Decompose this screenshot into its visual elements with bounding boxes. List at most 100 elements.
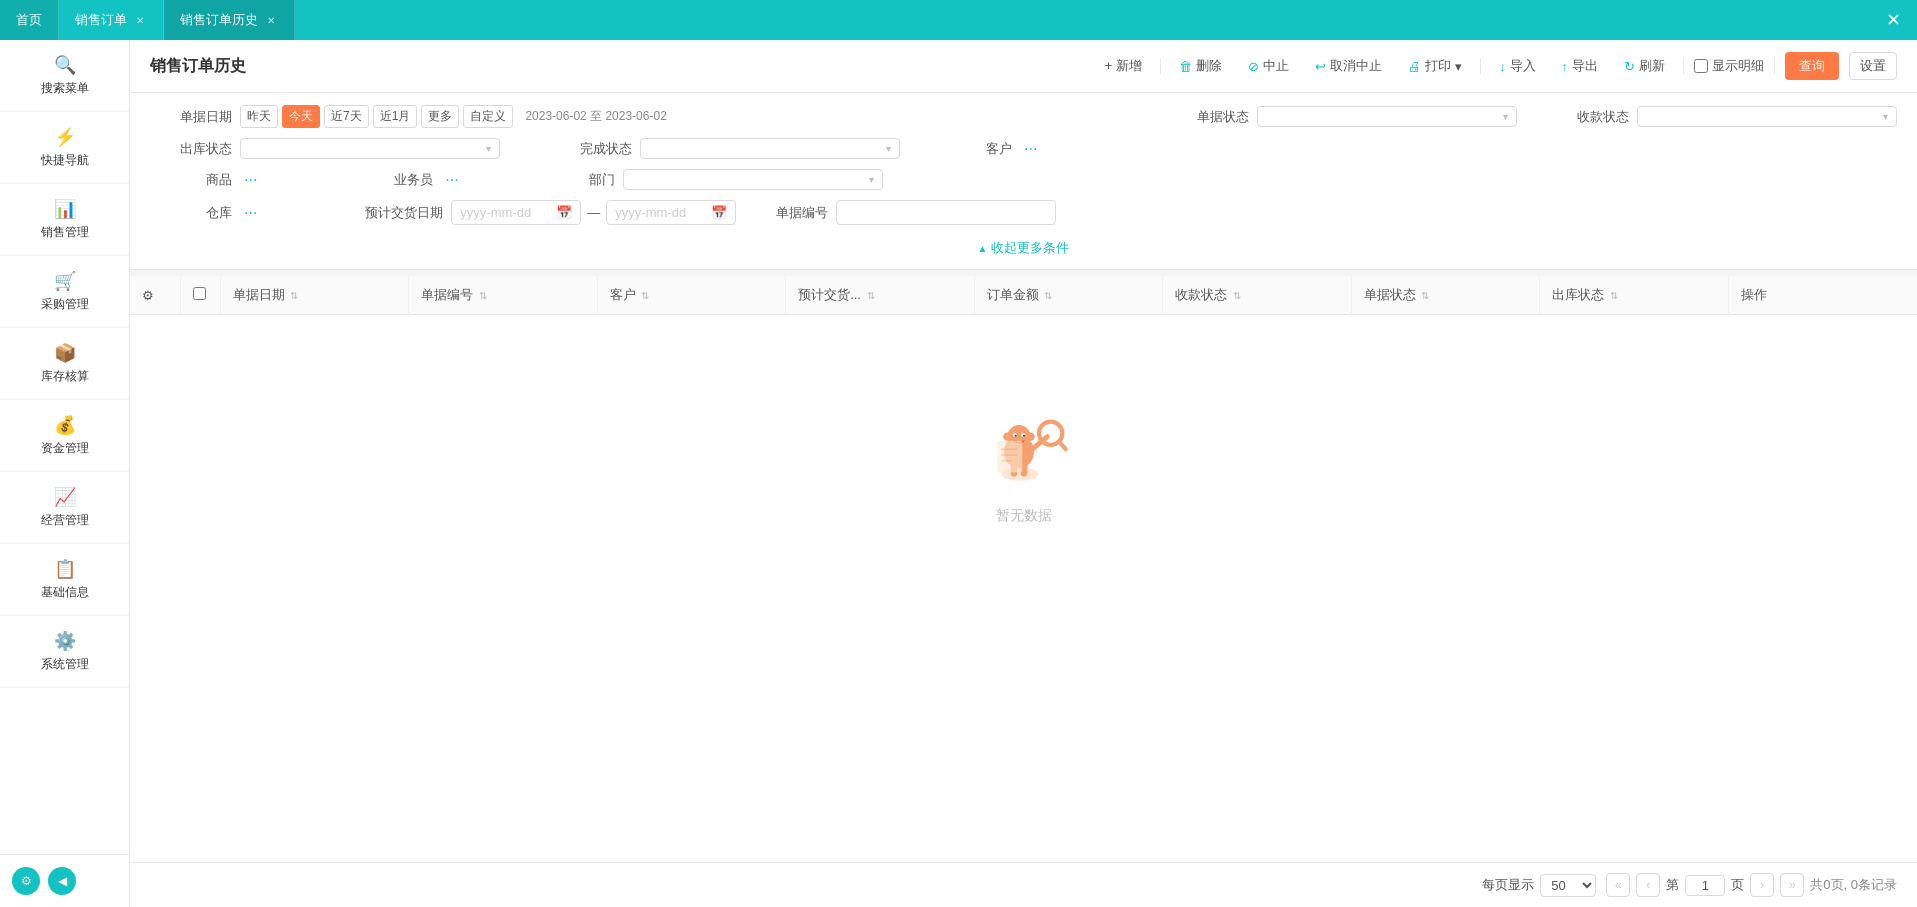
display-detail-toggle[interactable]: 显示明细 bbox=[1694, 57, 1764, 75]
th-no[interactable]: 单据编号 ⇅ bbox=[409, 276, 598, 315]
query-button-label: 查询 bbox=[1799, 58, 1825, 73]
sidebar-item-search-menu-label: 搜索菜单 bbox=[41, 80, 89, 97]
tab-sales-order-close[interactable]: ✕ bbox=[133, 13, 147, 27]
th-warehouse-status[interactable]: 出库状态 ⇅ bbox=[1540, 276, 1729, 315]
order-status-select[interactable]: ▾ bbox=[1257, 106, 1517, 127]
top-bar: 首页 销售订单 ✕ 销售订单历史 ✕ ✕ bbox=[0, 0, 1917, 40]
warehouse-status-arrow: ▾ bbox=[486, 143, 491, 154]
expected-date-end-input[interactable]: yyyy-mm-dd 📅 bbox=[606, 200, 736, 225]
th-expected-date[interactable]: 预计交货... ⇅ bbox=[786, 276, 975, 315]
collapse-up-icon: ▲ bbox=[978, 243, 988, 254]
cancel-stop-button[interactable]: ↩ 取消中止 bbox=[1307, 53, 1390, 79]
import-button[interactable]: ↓ 导入 bbox=[1491, 53, 1544, 79]
sidebar-item-quick-nav[interactable]: ⚡ 快捷导航 bbox=[0, 112, 129, 184]
th-order-status[interactable]: 单据状态 ⇅ bbox=[1351, 276, 1540, 315]
filter-row-1: 单据日期 昨天 今天 近7天 近1月 更多 自定义 2023-06-02 至 2… bbox=[150, 105, 1897, 128]
prev-page-button[interactable]: ‹ bbox=[1636, 873, 1660, 897]
stop-button[interactable]: ⊘ 中止 bbox=[1240, 53, 1297, 79]
sidebar-item-base-info[interactable]: 📋 基础信息 bbox=[0, 544, 129, 616]
sidebar-item-sales-mgmt[interactable]: 📊 销售管理 bbox=[0, 184, 129, 256]
department-select[interactable]: ▾ bbox=[623, 169, 883, 190]
sidebar-item-capital-mgmt[interactable]: 💰 资金管理 bbox=[0, 400, 129, 472]
payment-status-select[interactable]: ▾ bbox=[1637, 106, 1897, 127]
tab-sales-order-history[interactable]: 销售订单历史 ✕ bbox=[164, 0, 295, 40]
th-actions-label: 操作 bbox=[1741, 287, 1767, 302]
main-layout: 🔍 搜索菜单 ⚡ 快捷导航 📊 销售管理 🛒 采购管理 📦 库存核算 💰 资金管… bbox=[0, 40, 1917, 907]
sidebar-item-system-mgmt[interactable]: ⚙️ 系统管理 bbox=[0, 616, 129, 688]
print-dropdown-icon[interactable]: ▾ bbox=[1455, 59, 1462, 74]
svg-point-10 bbox=[1026, 433, 1034, 441]
svg-rect-15 bbox=[997, 441, 1022, 473]
date-dash: — bbox=[587, 205, 600, 220]
th-order-status-label: 单据状态 bbox=[1364, 287, 1416, 302]
customer-dots[interactable]: ··· bbox=[1020, 140, 1041, 158]
select-all-checkbox[interactable] bbox=[193, 287, 206, 300]
collapse-btn[interactable]: ▲ 收起更多条件 bbox=[150, 235, 1897, 265]
sidebar-settings-icon[interactable]: ⚙ bbox=[12, 867, 40, 895]
settings-button[interactable]: 设置 bbox=[1849, 52, 1897, 80]
sidebar-item-inventory[interactable]: 📦 库存核算 bbox=[0, 328, 129, 400]
print-button[interactable]: 🖨 打印 ▾ bbox=[1400, 53, 1470, 79]
refresh-button[interactable]: ↻ 刷新 bbox=[1616, 53, 1673, 79]
salesperson-label: 业务员 bbox=[361, 171, 441, 189]
warehouse-dots[interactable]: ··· bbox=[240, 204, 261, 222]
page-input[interactable] bbox=[1685, 875, 1725, 896]
th-settings[interactable]: ⚙ bbox=[130, 276, 180, 315]
th-checkbox[interactable] bbox=[180, 276, 220, 315]
date-btn-today[interactable]: 今天 bbox=[282, 105, 320, 128]
date-btn-yesterday[interactable]: 昨天 bbox=[240, 105, 278, 128]
warehouse-status-select[interactable]: ▾ bbox=[240, 138, 500, 159]
tab-home[interactable]: 首页 bbox=[0, 0, 59, 40]
th-payment-status[interactable]: 收款状态 ⇅ bbox=[1163, 276, 1352, 315]
tab-sales-order-history-close[interactable]: ✕ bbox=[264, 13, 278, 27]
delete-button[interactable]: 🗑 删除 bbox=[1171, 53, 1230, 79]
sidebar-item-operations[interactable]: 📈 经营管理 bbox=[0, 472, 129, 544]
complete-status-label: 完成状态 bbox=[560, 140, 640, 158]
date-btn-1month[interactable]: 近1月 bbox=[373, 105, 418, 128]
sidebar: 🔍 搜索菜单 ⚡ 快捷导航 📊 销售管理 🛒 采购管理 📦 库存核算 💰 资金管… bbox=[0, 40, 130, 907]
order-status-arrow: ▾ bbox=[1503, 111, 1508, 122]
collapse-label: 收起更多条件 bbox=[991, 239, 1069, 257]
customer-label: 客户 bbox=[960, 140, 1020, 158]
goods-label: 商品 bbox=[150, 171, 240, 189]
footer-page-size: 每页显示 50 10 20 100 bbox=[1482, 874, 1596, 897]
inventory-icon: 📦 bbox=[54, 342, 76, 364]
sidebar-item-search-menu[interactable]: 🔍 搜索菜单 bbox=[0, 40, 129, 112]
table-header-row: ⚙ 单据日期 ⇅ 单据编号 ⇅ bbox=[130, 276, 1917, 315]
export-button[interactable]: ↑ 导出 bbox=[1554, 53, 1607, 79]
warehouse-label: 仓库 bbox=[150, 204, 240, 222]
new-button[interactable]: + 新增 bbox=[1097, 53, 1150, 79]
query-button[interactable]: 查询 bbox=[1785, 52, 1839, 80]
expected-date-start-placeholder: yyyy-mm-dd bbox=[460, 205, 531, 220]
sidebar-item-purchase-mgmt[interactable]: 🛒 采购管理 bbox=[0, 256, 129, 328]
last-page-button[interactable]: » bbox=[1780, 873, 1804, 897]
purchase-mgmt-icon: 🛒 bbox=[54, 270, 76, 292]
first-page-button[interactable]: « bbox=[1606, 873, 1630, 897]
next-page-button[interactable]: › bbox=[1750, 873, 1774, 897]
complete-status-select[interactable]: ▾ bbox=[640, 138, 900, 159]
date-btn-custom[interactable]: 自定义 bbox=[463, 105, 513, 128]
order-no-input[interactable] bbox=[836, 200, 1056, 225]
th-amount-label: 订单金额 bbox=[987, 287, 1039, 302]
goods-dots[interactable]: ··· bbox=[240, 171, 261, 189]
print-button-label: 打印 bbox=[1425, 57, 1451, 75]
sidebar-item-system-mgmt-label: 系统管理 bbox=[41, 656, 89, 673]
toolbar-divider-4 bbox=[1774, 58, 1775, 74]
salesperson-dots[interactable]: ··· bbox=[441, 171, 462, 189]
tab-sales-order-label: 销售订单 bbox=[75, 11, 127, 29]
complete-status-arrow: ▾ bbox=[886, 143, 891, 154]
th-date[interactable]: 单据日期 ⇅ bbox=[220, 276, 409, 315]
refresh-button-label: 刷新 bbox=[1639, 57, 1665, 75]
expected-date-start-input[interactable]: yyyy-mm-dd 📅 bbox=[451, 200, 581, 225]
tab-sales-order[interactable]: 销售订单 ✕ bbox=[59, 0, 164, 40]
sidebar-toggle-icon[interactable]: ◀ bbox=[48, 867, 76, 895]
date-btn-more[interactable]: 更多 bbox=[421, 105, 459, 128]
settings-icon: ⚙ bbox=[142, 288, 154, 303]
th-amount[interactable]: 订单金额 ⇅ bbox=[974, 276, 1163, 315]
window-close-icon[interactable]: ✕ bbox=[1882, 5, 1905, 35]
per-page-select[interactable]: 50 10 20 100 bbox=[1540, 874, 1596, 897]
display-detail-checkbox[interactable] bbox=[1694, 59, 1708, 73]
date-btn-7days[interactable]: 近7天 bbox=[324, 105, 369, 128]
th-customer[interactable]: 客户 ⇅ bbox=[597, 276, 786, 315]
sales-mgmt-icon: 📊 bbox=[54, 198, 76, 220]
